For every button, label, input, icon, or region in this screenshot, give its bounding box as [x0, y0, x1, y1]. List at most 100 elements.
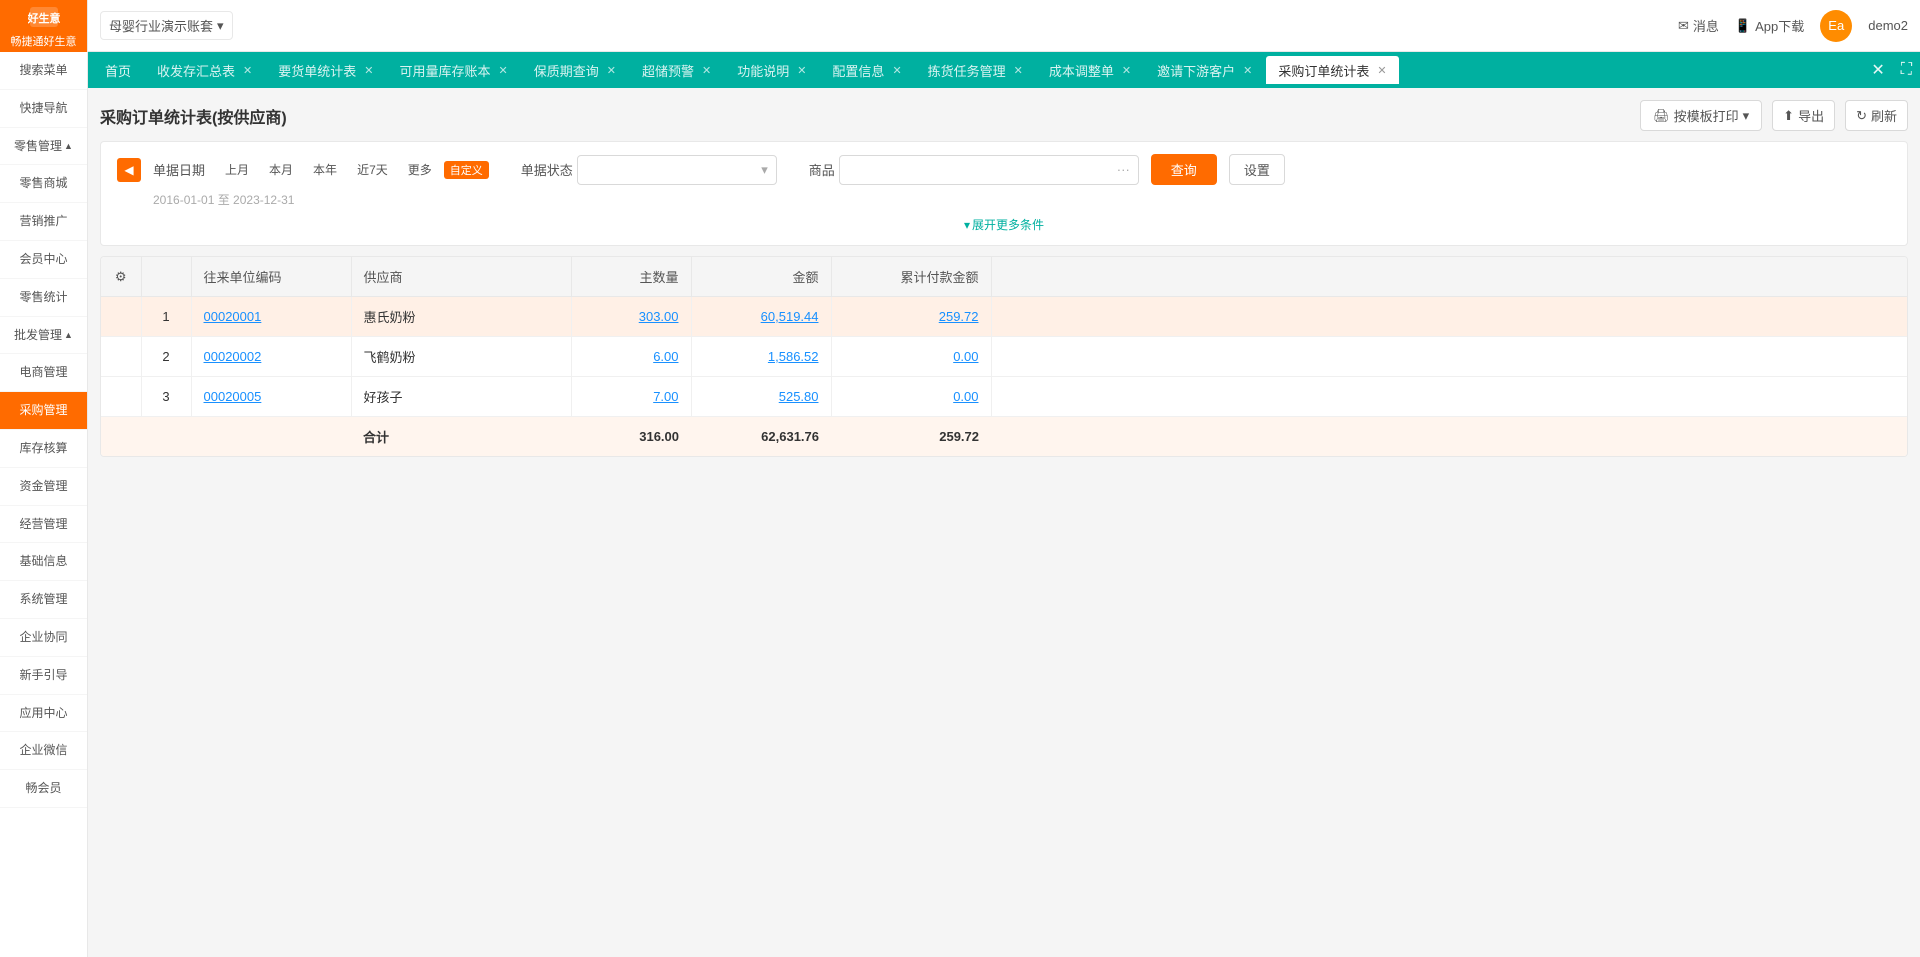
search-button[interactable]: 查询 [1151, 154, 1217, 185]
tab-close-icon[interactable]: ✕ [892, 64, 901, 77]
tab-pick-task[interactable]: 拣货任务管理 ✕ [916, 56, 1035, 84]
refresh-button[interactable]: ↻ 刷新 [1845, 100, 1908, 131]
tab-cost-adjust[interactable]: 成本调整单 ✕ [1037, 56, 1143, 84]
top-bar-right: ✉ 消息 📱 App下载 Ea demo2 [1678, 10, 1908, 42]
sidebar-item-finance[interactable]: 资金管理 [0, 468, 87, 506]
th-qty: 主数量 [571, 257, 691, 297]
date-shortcuts: 上月 本月 本年 近7天 更多 自定义 [217, 159, 489, 180]
tab-function-desc[interactable]: 功能说明 ✕ [725, 56, 818, 84]
tab-close-icon[interactable]: ✕ [1122, 64, 1131, 77]
tab-close-icon[interactable]: ✕ [797, 64, 806, 77]
shortcut-7days[interactable]: 近7天 [349, 159, 396, 180]
shortcut-this-month[interactable]: 本月 [261, 159, 301, 180]
tab-purchase-order-summary[interactable]: 采购订单统计表 ✕ [1266, 56, 1398, 84]
tab-label: 采购订单统计表 [1278, 61, 1369, 80]
tab-config-info[interactable]: 配置信息 ✕ [820, 56, 913, 84]
sidebar-item-retail[interactable]: 零售管理 [0, 128, 87, 166]
qty-link[interactable]: 6.00 [653, 349, 678, 364]
sidebar-item-enterprise-collab[interactable]: 企业协同 [0, 619, 87, 657]
filter-collapse-button[interactable]: ◀ [117, 158, 141, 182]
sidebar-item-inventory[interactable]: 库存核算 [0, 430, 87, 468]
workspace-selector[interactable]: 母婴行业演示账套 ▾ [100, 11, 233, 40]
tab-available-stock[interactable]: 可用量库存账本 ✕ [387, 56, 519, 84]
tab-close-icon[interactable]: ✕ [702, 64, 711, 77]
footer-paid: 259.72 [831, 417, 991, 457]
sidebar-item-new-guide[interactable]: 新手引导 [0, 657, 87, 695]
tab-invite-downstream[interactable]: 邀请下游客户 ✕ [1145, 56, 1264, 84]
td-extra [991, 297, 1907, 337]
refresh-label: 刷新 [1871, 106, 1897, 125]
print-button[interactable]: 🖨 按模板打印 ▾ [1640, 100, 1762, 131]
expand-more-button[interactable]: ▾ 展开更多条件 [117, 216, 1891, 233]
amount-link[interactable]: 1,586.52 [768, 349, 819, 364]
page-title: 采购订单统计表(按供应商) [100, 104, 287, 128]
table-row[interactable]: 2 00020002 飞鹤奶粉 6.00 1,586.52 0.00 [101, 337, 1907, 377]
message-button[interactable]: ✉ 消息 [1678, 16, 1719, 35]
tab-collect-summary[interactable]: 收发存汇总表 ✕ [145, 56, 264, 84]
tab-shelf-life[interactable]: 保质期查询 ✕ [522, 56, 628, 84]
tab-close-all-button[interactable]: ✕ [1867, 60, 1888, 80]
amount-link[interactable]: 525.80 [779, 389, 819, 404]
tab-overstock-warning[interactable]: 超储预警 ✕ [630, 56, 723, 84]
sidebar-item-operations[interactable]: 经营管理 [0, 506, 87, 544]
tab-close-icon[interactable]: ✕ [1377, 64, 1386, 77]
tab-close-icon[interactable]: ✕ [364, 64, 373, 77]
tab-maximize-button[interactable]: ⛶ [1897, 61, 1916, 79]
shortcut-this-year[interactable]: 本年 [305, 159, 345, 180]
sidebar-item-retail-store[interactable]: 零售商城 [0, 165, 87, 203]
tab-label: 功能说明 [737, 61, 789, 80]
filter-settings-button[interactable]: 设置 [1229, 154, 1285, 185]
status-label: 单据状态 [521, 160, 573, 179]
qty-link[interactable]: 7.00 [653, 389, 678, 404]
sidebar-item-member[interactable]: 会员中心 [0, 241, 87, 279]
paid-link[interactable]: 0.00 [953, 389, 978, 404]
sidebar-item-purchase[interactable]: 采购管理 [0, 392, 87, 430]
shortcut-last-month[interactable]: 上月 [217, 159, 257, 180]
code-link[interactable]: 00020005 [204, 389, 262, 404]
sidebar-item-member2[interactable]: 畅会员 [0, 770, 87, 808]
logo[interactable]: 好生意 畅捷通好生意 [0, 0, 87, 52]
sidebar-item-enterprise-wechat[interactable]: 企业微信 [0, 732, 87, 770]
tab-home[interactable]: 首页 [93, 56, 143, 84]
tab-close-icon[interactable]: ✕ [499, 64, 508, 77]
footer-code [191, 417, 351, 457]
app-download-button[interactable]: 📱 App下载 [1735, 16, 1804, 35]
amount-link[interactable]: 60,519.44 [761, 309, 819, 324]
paid-link[interactable]: 0.00 [953, 349, 978, 364]
export-button[interactable]: ⬆ 导出 [1772, 100, 1835, 131]
sidebar-item-basic-info[interactable]: 基础信息 [0, 543, 87, 581]
sidebar-item-ecommerce[interactable]: 电商管理 [0, 354, 87, 392]
paid-link[interactable]: 259.72 [939, 309, 979, 324]
table-row[interactable]: 3 00020005 好孩子 7.00 525.80 0.00 [101, 377, 1907, 417]
th-gear[interactable]: ⚙ [101, 257, 141, 297]
export-label: 导出 [1798, 106, 1824, 125]
gear-icon: ⚙ [115, 269, 127, 284]
sidebar-item-system[interactable]: 系统管理 [0, 581, 87, 619]
qty-link[interactable]: 303.00 [639, 309, 679, 324]
table-row[interactable]: 1 00020001 惠氏奶粉 303.00 60,519.44 259.72 [101, 297, 1907, 337]
sidebar-item-quick-nav[interactable]: 快捷导航 [0, 90, 87, 128]
sidebar-item-retail-stats[interactable]: 零售统计 [0, 279, 87, 317]
collapse-icon: ◀ [124, 163, 133, 177]
status-select[interactable]: ▾ [577, 155, 777, 185]
tab-close-icon[interactable]: ✕ [243, 64, 252, 77]
tab-purchase-summary[interactable]: 要货单统计表 ✕ [266, 56, 385, 84]
tab-close-icon[interactable]: ✕ [1014, 64, 1023, 77]
sidebar-item-marketing[interactable]: 营销推广 [0, 203, 87, 241]
tab-close-icon[interactable]: ✕ [1243, 64, 1252, 77]
sidebar-item-search[interactable]: 搜索菜单 [0, 52, 87, 90]
th-amount: 金额 [691, 257, 831, 297]
td-qty: 7.00 [571, 377, 691, 417]
message-icon: ✉ [1678, 18, 1689, 34]
td-code: 00020005 [191, 377, 351, 417]
code-link[interactable]: 00020001 [204, 309, 262, 324]
sidebar-item-wholesale[interactable]: 批发管理 [0, 317, 87, 355]
custom-date-badge[interactable]: 自定义 [444, 161, 489, 179]
shortcut-more[interactable]: 更多 [400, 159, 440, 180]
td-amount: 60,519.44 [691, 297, 831, 337]
user-avatar[interactable]: Ea [1820, 10, 1852, 42]
sidebar-item-app-center[interactable]: 应用中心 [0, 695, 87, 733]
code-link[interactable]: 00020002 [204, 349, 262, 364]
tab-close-icon[interactable]: ✕ [607, 64, 616, 77]
goods-input[interactable]: ··· [839, 155, 1139, 185]
